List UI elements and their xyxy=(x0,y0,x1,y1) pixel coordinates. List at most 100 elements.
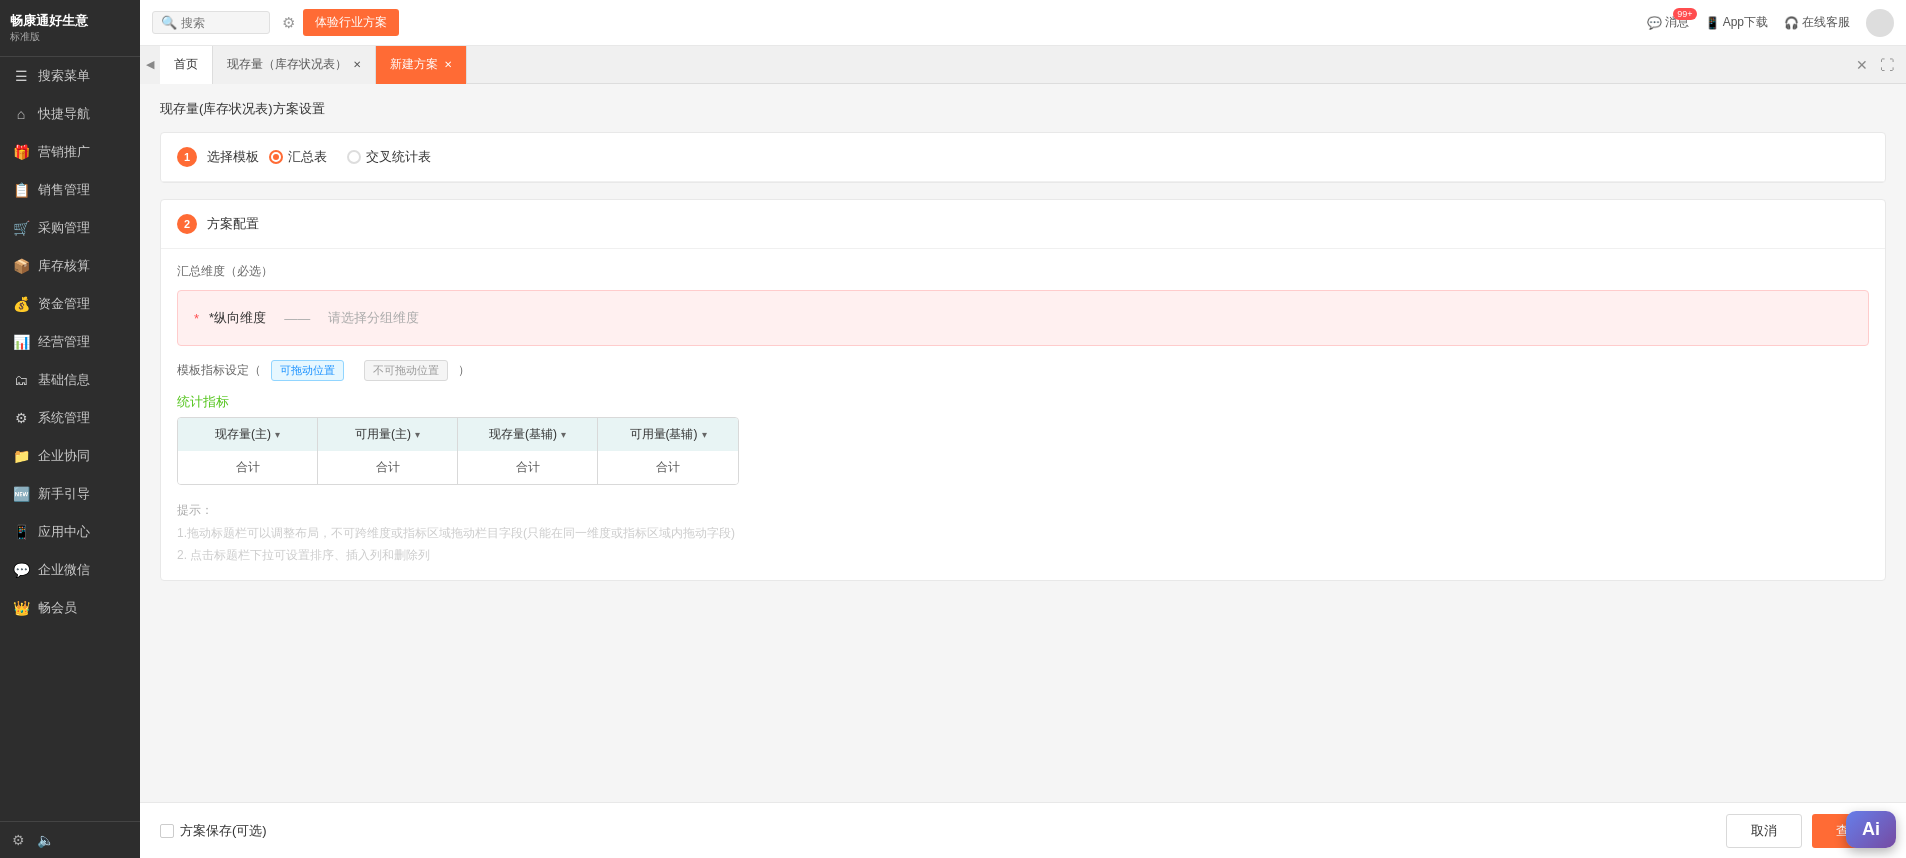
stats-col-sub-0: 合计 xyxy=(236,459,260,476)
template-radio-group: 汇总表 交叉统计表 xyxy=(269,148,431,166)
sidebar-label-marketing: 营销推广 xyxy=(38,143,90,161)
stats-col-body-0: 合计 xyxy=(178,451,318,484)
message-icon: 💬 xyxy=(1647,16,1662,30)
sidebar-item-company[interactable]: 📁 企业协同 xyxy=(0,437,140,475)
sidebar-label-guide: 新手引导 xyxy=(38,485,90,503)
tab-home[interactable]: 首页 xyxy=(160,46,213,84)
settings-icon[interactable]: ⚙ xyxy=(12,832,25,848)
sidebar-label-wechat: 企业微信 xyxy=(38,561,90,579)
tab-scroll-left[interactable]: ◀ xyxy=(140,46,160,84)
stats-col-header-0[interactable]: 现存量(主)▾ xyxy=(178,418,318,451)
stats-table-header: 现存量(主)▾可用量(主)▾现存量(基辅)▾可用量(基辅)▾ xyxy=(178,418,738,451)
sidebar-item-inventory[interactable]: 📦库存核算 xyxy=(0,247,140,285)
stats-table-body: 合计合计合计合计 xyxy=(178,451,738,484)
tab-expand-btn[interactable]: ⛶ xyxy=(1876,53,1898,77)
radio-cross[interactable]: 交叉统计表 xyxy=(347,148,431,166)
save-check[interactable]: 方案保存(可选) xyxy=(160,822,267,840)
online-service-button[interactable]: 🎧 在线客服 xyxy=(1784,14,1850,31)
stats-col-header-3[interactable]: 可用量(基辅) ▾ xyxy=(598,418,738,451)
step1-header: 1 选择模板 汇总表 交叉统计表 xyxy=(161,133,1885,182)
stats-col-label-3: 可用量(基辅) xyxy=(630,426,698,443)
sidebar-label-sales: 销售管理 xyxy=(38,181,90,199)
gear-icon[interactable]: ⚙ xyxy=(282,14,295,32)
tab-new-scheme[interactable]: 新建方案 ✕ xyxy=(376,46,467,84)
sidebar-item-finance[interactable]: 💰资金管理 xyxy=(0,285,140,323)
sidebar-item-purchase[interactable]: 🛒 采购管理 xyxy=(0,209,140,247)
sidebar-item-system[interactable]: ⚙系统管理 xyxy=(0,399,140,437)
stats-col-header-1[interactable]: 可用量(主) ▾ xyxy=(318,418,458,451)
sidebar-item-basic-info[interactable]: 🗂基础信息 xyxy=(0,361,140,399)
hint-item-1: 1.拖动标题栏可以调整布局，不可跨维度或指标区域拖动栏目字段(只能在同一维度或指… xyxy=(177,523,1869,545)
sidebar-label-company: 企业协同 xyxy=(38,447,90,465)
sidebar-item-wechat[interactable]: 💬企业微信 xyxy=(0,551,140,589)
sidebar-item-search-menu[interactable]: ☰搜索菜单 xyxy=(0,57,140,95)
sidebar-icon-inventory: 📦 xyxy=(12,257,30,275)
stats-section-label: 统计指标 xyxy=(177,393,1869,411)
sidebar-label-system: 系统管理 xyxy=(38,409,90,427)
chevron-down-icon-2[interactable]: ▾ xyxy=(561,429,566,440)
app-download-button[interactable]: 📱 App下载 xyxy=(1705,14,1768,31)
sidebar-icon-company: 📁 xyxy=(12,447,30,465)
chevron-down-icon-1[interactable]: ▾ xyxy=(415,429,420,440)
avatar[interactable] xyxy=(1866,9,1894,37)
cancel-button[interactable]: 取消 xyxy=(1726,814,1802,848)
sidebar-item-sales[interactable]: 📋销售管理 xyxy=(0,171,140,209)
sidebar: 畅康通好生意 标准版 ☰搜索菜单⌂快捷导航🎁营销推广📋销售管理🛒采购管理📦库存核… xyxy=(0,0,140,858)
sidebar-item-marketing[interactable]: 🎁 营销推广 xyxy=(0,133,140,171)
sidebar-icon-app-center: 📱 xyxy=(12,523,30,541)
sidebar-label-business: 经营管理 xyxy=(38,333,90,351)
message-button[interactable]: 💬 消息 99+ xyxy=(1647,14,1689,31)
radio-cross-circle xyxy=(347,150,361,164)
sidebar-bottom: ⚙ 🔈 xyxy=(0,821,140,858)
indicator-close: ） xyxy=(458,362,470,379)
tabbar-right: ✕ ⛶ xyxy=(1852,53,1906,77)
sidebar-icon-purchase: 🛒 xyxy=(12,219,30,237)
sidebar-icon-search-menu: ☰ xyxy=(12,67,30,85)
sidebar-item-member[interactable]: 👑 畅会员 xyxy=(0,589,140,627)
sidebar-icon-marketing: 🎁 xyxy=(12,143,30,161)
sidebar-label-member: 畅会员 xyxy=(38,599,77,617)
vertical-placeholder: 请选择分组维度 xyxy=(328,309,419,327)
tab-inventory-close[interactable]: ✕ xyxy=(353,59,361,70)
sound-icon[interactable]: 🔈 xyxy=(37,832,54,848)
vertical-label: *纵向维度 xyxy=(209,309,266,327)
stats-col-body-2: 合计 xyxy=(458,451,598,484)
radio-summary[interactable]: 汇总表 xyxy=(269,148,327,166)
step2-num: 2 xyxy=(177,214,197,234)
step2-title: 方案配置 xyxy=(207,215,259,233)
app-download-label: App下载 xyxy=(1723,14,1768,31)
topbar: 🔍 ⚙ 体验行业方案 💬 消息 99+ 📱 App下载 🎧 在线客服 xyxy=(140,0,1906,46)
sidebar-item-app-center[interactable]: 📱应用中心 xyxy=(0,513,140,551)
step1-num: 1 xyxy=(177,147,197,167)
step2-header: 2 方案配置 xyxy=(161,200,1885,249)
sidebar-label-purchase: 采购管理 xyxy=(38,219,90,237)
alert-box: * *纵向维度 —— 请选择分组维度 xyxy=(177,290,1869,346)
sidebar-icon-guide: 🆕 xyxy=(12,485,30,503)
hint-section: 提示： 1.拖动标题栏可以调整布局，不可跨维度或指标区域拖动栏目字段(只能在同一… xyxy=(177,502,1869,566)
tab-new-scheme-close[interactable]: ✕ xyxy=(444,59,452,70)
sidebar-item-quick-nav[interactable]: ⌂快捷导航 xyxy=(0,95,140,133)
save-checkbox[interactable] xyxy=(160,824,174,838)
chevron-down-icon-0[interactable]: ▾ xyxy=(275,429,280,440)
tab-close-btn[interactable]: ✕ xyxy=(1852,53,1872,77)
message-badge: 99+ xyxy=(1673,8,1696,20)
step2-body: 汇总维度（必选） * *纵向维度 —— 请选择分组维度 模板指标设定（ 可拖动位… xyxy=(161,249,1885,580)
search-icon: 🔍 xyxy=(161,15,177,30)
sidebar-item-business[interactable]: 📊经营管理 xyxy=(0,323,140,361)
sidebar-label-quick-nav: 快捷导航 xyxy=(38,105,90,123)
search-box[interactable]: 🔍 xyxy=(152,11,270,34)
radio-summary-label: 汇总表 xyxy=(288,148,327,166)
content-area: 现存量(库存状况表)方案设置 1 选择模板 汇总表 交叉统计表 xyxy=(140,84,1906,802)
stats-col-body-3: 合计 xyxy=(598,451,738,484)
stats-col-label-1: 可用量(主) xyxy=(355,426,411,443)
chevron-down-icon-3[interactable]: ▾ xyxy=(702,429,707,440)
sidebar-icon-member: 👑 xyxy=(12,599,30,617)
stats-col-header-2[interactable]: 现存量(基辅)▾ xyxy=(458,418,598,451)
sidebar-item-guide[interactable]: 🆕 新手引导 xyxy=(0,475,140,513)
ai-fab-button[interactable]: Ai xyxy=(1846,811,1896,848)
tab-inventory-status[interactable]: 现存量（库存状况表） ✕ xyxy=(213,46,376,84)
trial-button[interactable]: 体验行业方案 xyxy=(303,9,399,36)
search-input[interactable] xyxy=(181,16,261,30)
summary-dimension-label: 汇总维度（必选） xyxy=(177,263,1869,280)
tabbar: ◀ 首页 现存量（库存状况表） ✕ 新建方案 ✕ ✕ ⛶ xyxy=(140,46,1906,84)
